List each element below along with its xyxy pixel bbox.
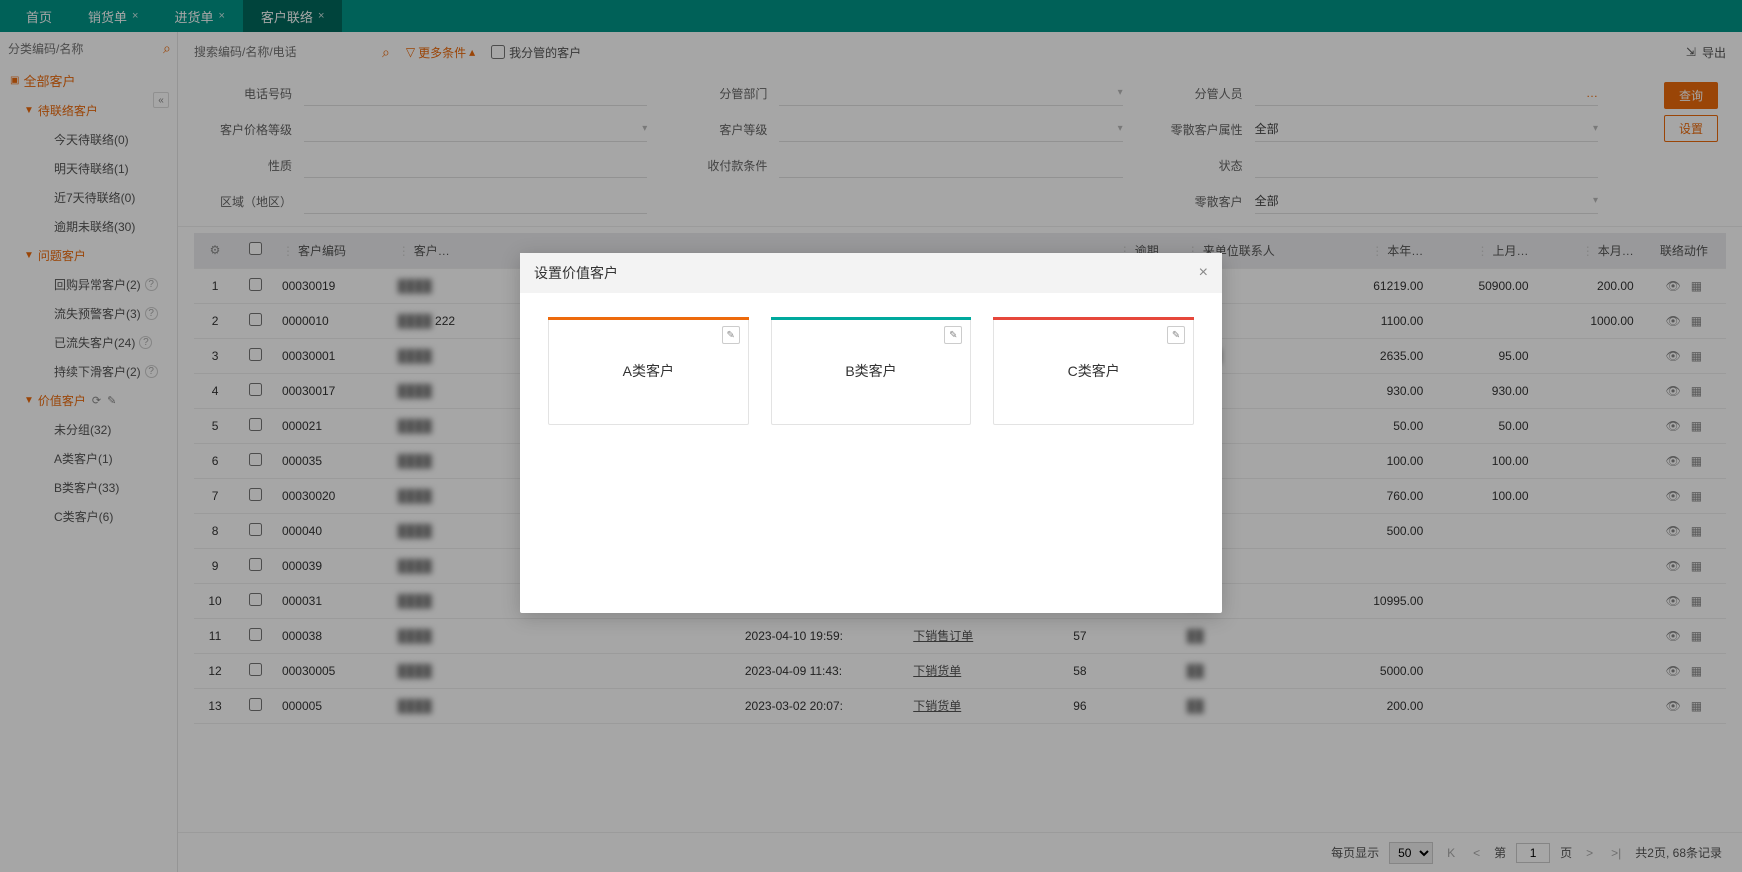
modal-title: 设置价值客户 — [534, 263, 618, 283]
edit-icon[interactable]: ✎ — [1167, 326, 1185, 344]
class-a-card[interactable]: ✎ A类客户 — [548, 317, 749, 425]
modal-close-button[interactable]: × — [1199, 264, 1208, 282]
value-customer-modal: 设置价值客户 × ✎ A类客户 ✎ B类客户 ✎ C类客户 — [520, 253, 1222, 613]
edit-icon[interactable]: ✎ — [722, 326, 740, 344]
class-b-card[interactable]: ✎ B类客户 — [771, 317, 972, 425]
card-label: C类客户 — [1068, 361, 1120, 381]
edit-icon[interactable]: ✎ — [944, 326, 962, 344]
class-c-card[interactable]: ✎ C类客户 — [993, 317, 1194, 425]
card-label: B类客户 — [845, 361, 896, 381]
card-label: A类客户 — [623, 361, 674, 381]
